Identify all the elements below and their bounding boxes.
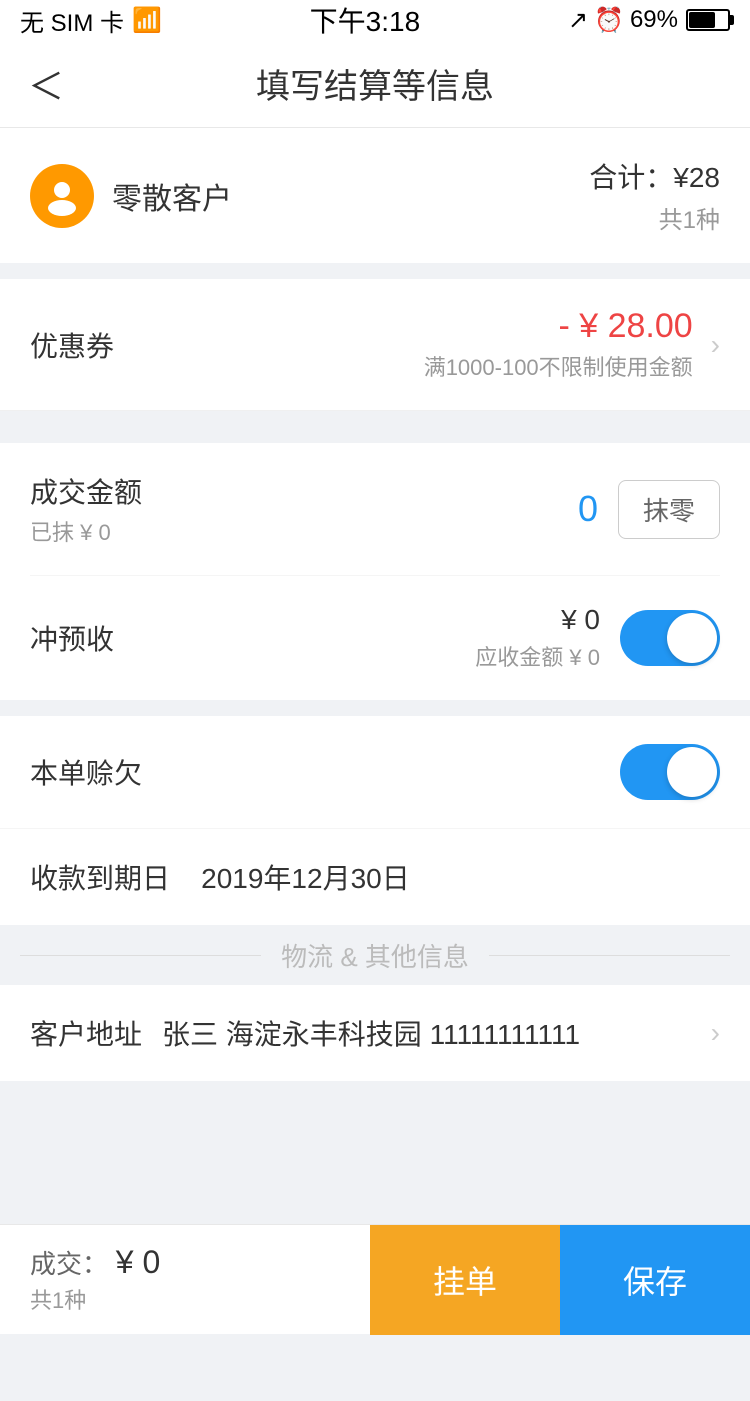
debt-section: 本单赊欠: [0, 716, 750, 828]
due-date-text: 收款到期日 2019年12月30日: [30, 863, 410, 894]
separator-2: [0, 700, 750, 716]
separator-1: [0, 427, 750, 443]
location-icon: ↗: [568, 6, 588, 35]
due-date-label: 收款到期日: [30, 863, 170, 894]
battery-icon: [686, 9, 730, 31]
wifi-icon: 📶: [132, 6, 162, 35]
bottom-bar: 成交： ¥ 0 共1种 挂单 保存: [0, 1224, 750, 1334]
coupon-desc: 满1000-100不限制使用金额: [424, 350, 693, 382]
prepay-amount: ¥ 0: [475, 604, 600, 636]
transaction-section: 成交金额 已抹 ¥ 0 0 抹零 冲预收 ¥ 0 应收金额 ¥ 0: [0, 443, 750, 700]
status-bar: 无 SIM 卡 📶 下午3:18 ↗ ⏰ 69%: [0, 0, 750, 40]
transaction-label-block: 成交金额 已抹 ¥ 0: [30, 471, 142, 547]
customer-avatar: [30, 164, 94, 228]
debt-toggle[interactable]: [620, 744, 720, 800]
logistics-label: 物流 & 其他信息: [281, 937, 469, 974]
back-button[interactable]: ＜: [28, 58, 64, 110]
battery-text: 69%: [630, 6, 678, 34]
bottom-summary-count: 共1种: [30, 1283, 340, 1315]
bottom-summary: 成交： ¥ 0 共1种: [0, 1244, 370, 1315]
customer-section: 零散客户 合计：¥28 共1种: [0, 128, 750, 263]
no-sim-text: 无 SIM 卡: [20, 3, 124, 38]
customer-count: 共1种: [589, 200, 720, 235]
transaction-right: 0 抹零: [578, 480, 720, 539]
transaction-sub: 已抹 ¥ 0: [30, 515, 142, 547]
alarm-icon: ⏰: [594, 6, 624, 35]
coupon-section[interactable]: 优惠券 - ¥ 28.00 满1000-100不限制使用金额 ›: [0, 279, 750, 411]
logistics-separator: 物流 & 其他信息: [0, 925, 750, 985]
bottom-summary-label: 成交：: [30, 1249, 108, 1279]
debt-label: 本单赊欠: [30, 752, 142, 792]
status-left: 无 SIM 卡 📶: [20, 3, 162, 38]
main-content: 零散客户 合计：¥28 共1种 优惠券 - ¥ 28.00 满1000-100不…: [0, 128, 750, 1401]
logistics-line-right: [489, 955, 730, 956]
debt-toggle-knob: [667, 747, 717, 797]
due-date-section: 收款到期日 2019年12月30日: [0, 828, 750, 925]
coupon-amount: - ¥ 28.00: [424, 307, 693, 346]
prepay-label: 冲预收: [30, 618, 114, 658]
prepay-sub: 应收金额 ¥ 0: [475, 640, 600, 672]
coupon-label: 优惠券: [30, 325, 114, 365]
logistics-line-left: [20, 955, 261, 956]
address-section[interactable]: 客户地址 张三 海淀永丰科技园 11111111111 ›: [0, 985, 750, 1081]
customer-name: 零散客户: [112, 174, 232, 218]
status-time: 下午3:18: [310, 0, 421, 40]
bottom-summary-amount: ¥ 0: [116, 1244, 160, 1280]
chevron-right-icon: ›: [711, 329, 720, 361]
prepay-right: ¥ 0 应收金额 ¥ 0: [475, 604, 720, 672]
avatar-icon: [42, 176, 82, 216]
transaction-value: 0: [578, 488, 598, 530]
prepay-row: 冲预收 ¥ 0 应收金额 ¥ 0: [30, 576, 720, 700]
transaction-row: 成交金额 已抹 ¥ 0 0 抹零: [30, 443, 720, 576]
address-value: 张三 海淀永丰科技园 11111111111: [162, 1013, 703, 1053]
pending-button[interactable]: 挂单: [370, 1225, 560, 1335]
transaction-label: 成交金额: [30, 471, 142, 511]
coupon-right: - ¥ 28.00 满1000-100不限制使用金额 ›: [424, 307, 720, 382]
customer-right: 合计：¥28 共1种: [589, 156, 720, 235]
toggle-knob: [667, 613, 717, 663]
address-label: 客户地址: [30, 1013, 142, 1053]
round-zero-button[interactable]: 抹零: [618, 480, 720, 539]
prepay-amount-block: ¥ 0 应收金额 ¥ 0: [475, 604, 600, 672]
prepay-toggle[interactable]: [620, 610, 720, 666]
nav-bar: ＜ 填写结算等信息: [0, 40, 750, 128]
save-button[interactable]: 保存: [560, 1225, 750, 1335]
status-right: ↗ ⏰ 69%: [568, 6, 730, 35]
page-title: 填写结算等信息: [256, 59, 494, 108]
bottom-summary-line1: 成交： ¥ 0: [30, 1244, 340, 1281]
customer-left: 零散客户: [30, 164, 232, 228]
customer-total: 合计：¥28: [589, 156, 720, 196]
address-chevron-icon: ›: [711, 1017, 720, 1049]
coupon-info: - ¥ 28.00 满1000-100不限制使用金额: [424, 307, 693, 382]
due-date-value: 2019年12月30日: [201, 863, 410, 894]
